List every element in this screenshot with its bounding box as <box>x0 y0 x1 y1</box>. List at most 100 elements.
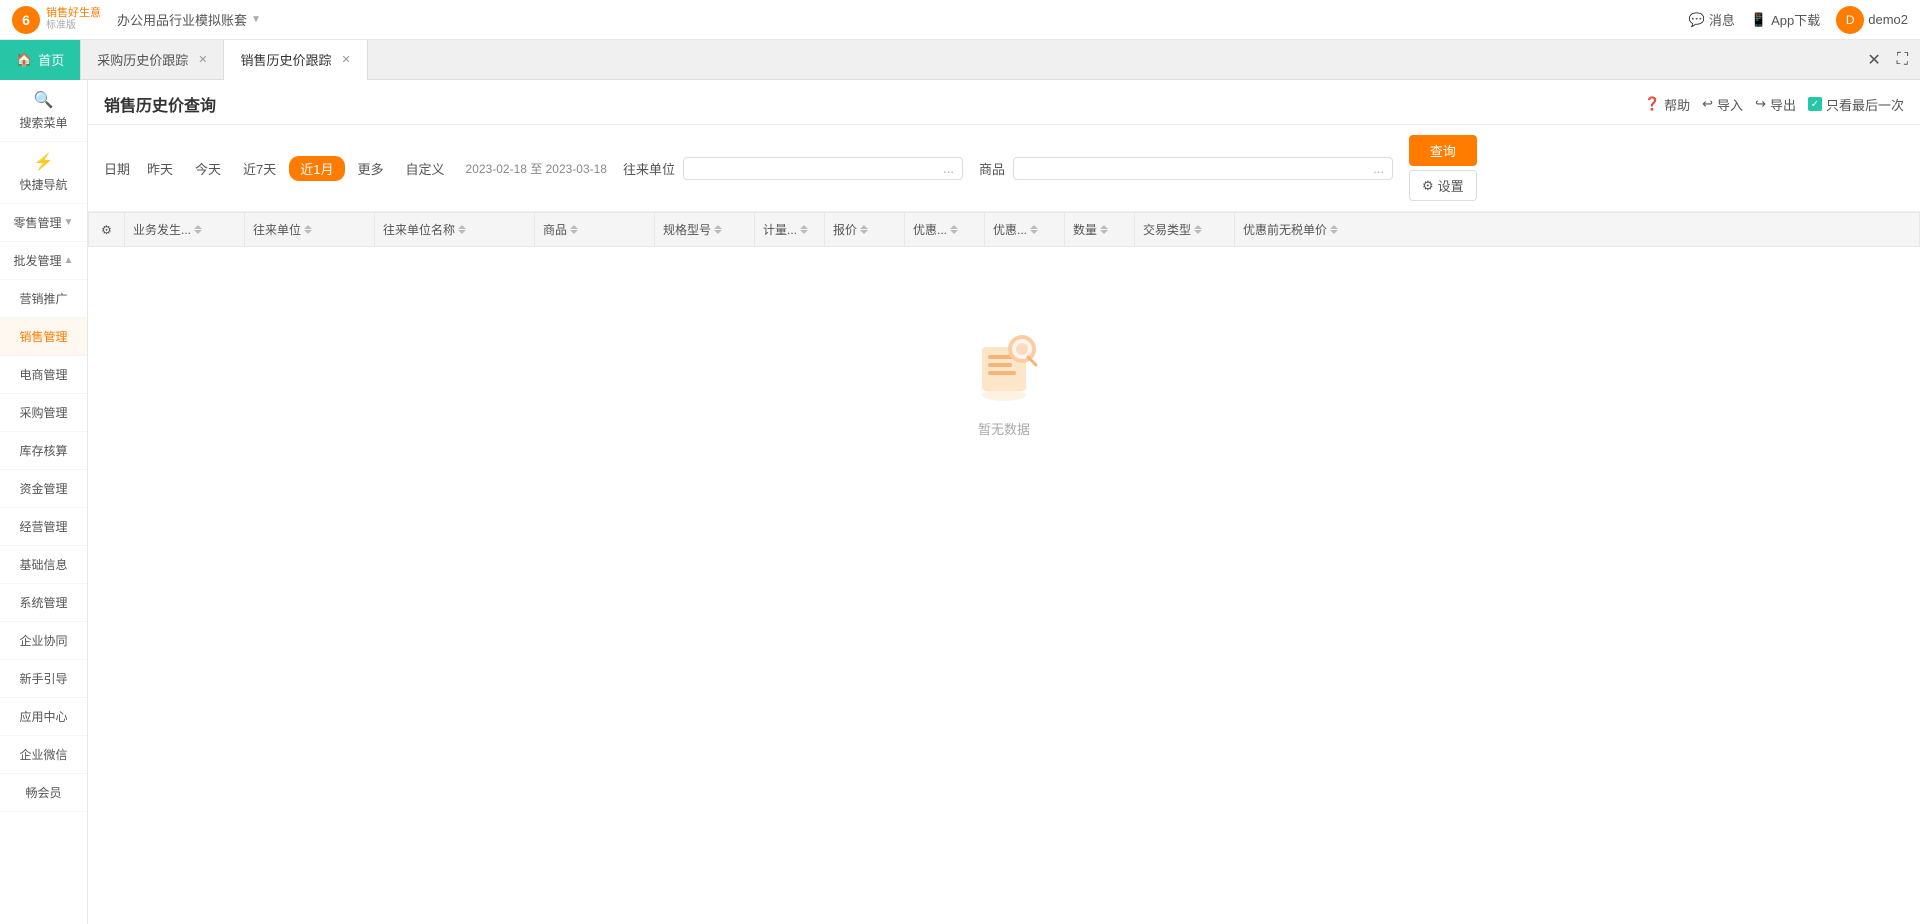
sidebar: 🔍 搜索菜单 ⚡ 快捷导航 零售管理 ▼ 批发管理 ▲ 营销推广 销售管理 电商… <box>0 80 88 924</box>
tab-bar: 🏠 首页 采购历史价跟踪 ✕ 销售历史价跟踪 ✕ ✕ ⛶ <box>0 40 1920 80</box>
app-selector[interactable]: 办公用品行业模拟账套 ▼ <box>109 6 269 33</box>
date-btn-7days[interactable]: 近7天 <box>234 156 285 181</box>
tab-purchase-close[interactable]: ✕ <box>198 53 207 66</box>
sidebar-item-operation[interactable]: 经营管理 <box>0 508 87 546</box>
empty-row: 暂无数据 <box>89 247 1920 519</box>
logo-text: 销售好生意 标准版 <box>46 7 101 32</box>
sort-down-icon <box>1030 230 1038 234</box>
customer-filter-group: 往来单位 ... <box>623 157 963 180</box>
goods-label: 商品 <box>979 159 1005 178</box>
top-bar-right: 💬 消息 📱 App下载 D demo2 <box>1689 6 1908 34</box>
query-button[interactable]: 查询 <box>1409 135 1477 166</box>
action-buttons: 查询 ⚙ 设置 <box>1409 135 1477 201</box>
customer-input[interactable]: ... <box>683 157 963 180</box>
sort-up-icon <box>194 225 202 229</box>
tab-purchase[interactable]: 采购历史价跟踪 ✕ <box>81 40 224 80</box>
sidebar-item-shortcut[interactable]: ⚡ 快捷导航 <box>0 142 87 204</box>
settings-button[interactable]: ⚙ 设置 <box>1409 170 1477 201</box>
date-btn-more[interactable]: 更多 <box>349 156 393 181</box>
th-trade-type[interactable]: 交易类型 <box>1135 213 1235 247</box>
th-quote[interactable]: 报价 <box>825 213 905 247</box>
date-btn-today[interactable]: 今天 <box>186 156 230 181</box>
sort-down-icon <box>1194 230 1202 234</box>
th-biz-date[interactable]: 业务发生... <box>125 213 245 247</box>
sidebar-item-member[interactable]: 畅会员 <box>0 774 87 812</box>
th-gear[interactable]: ⚙ <box>89 213 125 247</box>
message-button[interactable]: 💬 消息 <box>1689 10 1735 29</box>
dropdown-icon: ▼ <box>251 14 261 25</box>
app-download-button[interactable]: 📱 App下载 <box>1751 10 1820 29</box>
sort-down-icon <box>458 230 466 234</box>
sidebar-item-inventory[interactable]: 库存核算 <box>0 432 87 470</box>
export-icon: ↪ <box>1755 96 1766 112</box>
th-spec[interactable]: 规格型号 <box>655 213 755 247</box>
last-only-checkbox[interactable]: ✓ <box>1808 97 1822 111</box>
sidebar-item-guide[interactable]: 新手引导 <box>0 660 87 698</box>
th-pretax-price[interactable]: 优惠前无税单价 <box>1235 213 1920 247</box>
date-btn-yesterday[interactable]: 昨天 <box>138 156 182 181</box>
sort-up-icon <box>1030 225 1038 229</box>
table-body: 暂无数据 <box>89 247 1920 519</box>
th-partner-name[interactable]: 往来单位名称 <box>375 213 535 247</box>
th-unit[interactable]: 计量... <box>755 213 825 247</box>
tab-close-all-button[interactable]: ✕ <box>1863 46 1884 74</box>
wholesale-expand-icon: ▲ <box>64 255 74 266</box>
sort-up-icon <box>950 225 958 229</box>
logo-icon: 6 <box>12 6 40 34</box>
sort-up-icon <box>304 225 312 229</box>
table-header-row: ⚙ 业务发生... <box>89 213 1920 247</box>
tab-home[interactable]: 🏠 首页 <box>0 40 81 80</box>
sidebar-item-appstore[interactable]: 应用中心 <box>0 698 87 736</box>
sidebar-item-retail[interactable]: 零售管理 ▼ <box>0 204 87 242</box>
sort-up-icon <box>1330 225 1338 229</box>
export-button[interactable]: ↪ 导出 <box>1755 95 1796 114</box>
import-icon: ↩ <box>1702 96 1713 112</box>
home-icon: 🏠 <box>16 52 32 68</box>
th-discount2[interactable]: 优惠... <box>985 213 1065 247</box>
date-btn-1month[interactable]: 近1月 <box>289 156 344 181</box>
tab-sales[interactable]: 销售历史价跟踪 ✕ <box>224 40 367 80</box>
goods-input-dots: ... <box>1373 161 1384 176</box>
goods-input[interactable]: ... <box>1013 157 1393 180</box>
empty-state: 暂无数据 <box>89 247 1920 518</box>
tab-sales-close[interactable]: ✕ <box>341 53 350 66</box>
th-partner[interactable]: 往来单位 <box>245 213 375 247</box>
user-area[interactable]: D demo2 <box>1836 6 1908 34</box>
sidebar-item-purchase-mgr[interactable]: 采购管理 <box>0 394 87 432</box>
sidebar-item-enterprise[interactable]: 企业协同 <box>0 622 87 660</box>
customer-label: 往来单位 <box>623 159 675 178</box>
sort-up-icon <box>714 225 722 229</box>
sort-down-icon <box>570 230 578 234</box>
page-actions: ❓ 帮助 ↩ 导入 ↪ 导出 ✓ 只看最后一次 <box>1644 95 1904 114</box>
last-only-checkbox-label[interactable]: ✓ 只看最后一次 <box>1808 95 1904 114</box>
date-label: 日期 <box>104 159 130 178</box>
customer-input-dots: ... <box>943 161 954 176</box>
import-button[interactable]: ↩ 导入 <box>1702 95 1743 114</box>
empty-icon <box>964 327 1044 407</box>
table-container: ⚙ 业务发生... <box>88 212 1920 924</box>
sidebar-item-marketing[interactable]: 营销推广 <box>0 280 87 318</box>
th-discount1[interactable]: 优惠... <box>905 213 985 247</box>
sidebar-item-basic[interactable]: 基础信息 <box>0 546 87 584</box>
tab-bar-actions: ✕ ⛶ <box>1863 46 1920 74</box>
sidebar-item-finance[interactable]: 资金管理 <box>0 470 87 508</box>
sidebar-item-sales-mgr[interactable]: 销售管理 <box>0 318 87 356</box>
sidebar-item-wholesale[interactable]: 批发管理 ▲ <box>0 242 87 280</box>
gear-icon[interactable]: ⚙ <box>101 223 112 237</box>
tab-maximize-button[interactable]: ⛶ <box>1893 47 1912 73</box>
date-btn-custom[interactable]: 自定义 <box>397 156 454 181</box>
page-title: 销售历史价查询 <box>104 92 216 116</box>
sort-up-icon <box>1194 225 1202 229</box>
sidebar-item-wechat[interactable]: 企业微信 <box>0 736 87 774</box>
sort-up-icon <box>860 225 868 229</box>
th-goods[interactable]: 商品 <box>535 213 655 247</box>
th-qty[interactable]: 数量 <box>1065 213 1135 247</box>
sort-up-icon <box>570 225 578 229</box>
goods-filter-group: 商品 ... <box>979 157 1393 180</box>
logo-subtitle: 标准版 <box>46 20 101 32</box>
sidebar-item-system[interactable]: 系统管理 <box>0 584 87 622</box>
help-button[interactable]: ❓ 帮助 <box>1644 95 1690 114</box>
sidebar-item-search[interactable]: 🔍 搜索菜单 <box>0 80 87 142</box>
sidebar-item-ecommerce[interactable]: 电商管理 <box>0 356 87 394</box>
date-range: 2023-02-18 至 2023-03-18 <box>466 160 607 177</box>
